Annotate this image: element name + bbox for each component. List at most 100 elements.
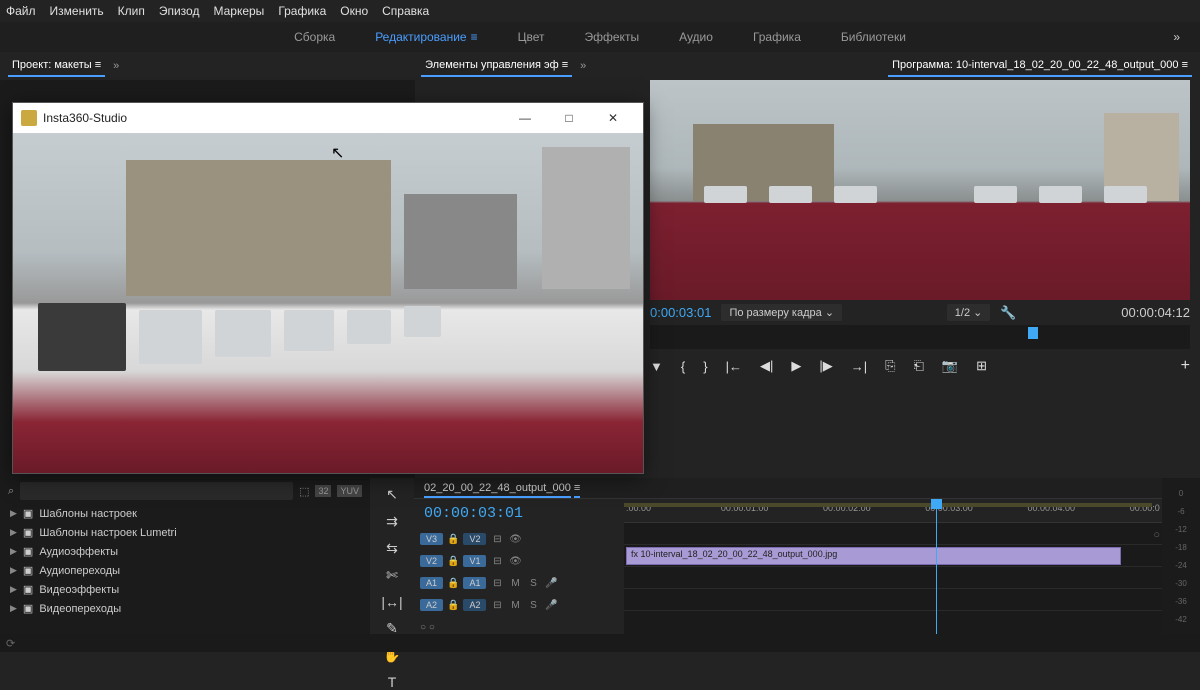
mute-button[interactable]: M bbox=[508, 600, 522, 611]
button-editor[interactable]: + bbox=[1181, 357, 1190, 375]
ws-graphics[interactable]: Графика bbox=[753, 30, 801, 44]
close-button[interactable]: ✕ bbox=[591, 103, 635, 133]
lock-icon[interactable]: 🔒 bbox=[447, 578, 459, 589]
video-clip[interactable]: fx 10-interval_18_02_20_00_22_48_output_… bbox=[626, 547, 1121, 565]
ws-overflow[interactable]: » bbox=[1173, 30, 1180, 44]
panel-overflow[interactable]: » bbox=[580, 60, 586, 72]
ws-audio[interactable]: Аудио bbox=[679, 30, 713, 44]
resolution-dropdown[interactable]: 1/2 ⌄ bbox=[947, 304, 991, 321]
panel-menu-icon[interactable]: ≡ bbox=[95, 59, 101, 71]
menu-edit[interactable]: Изменить bbox=[50, 4, 104, 18]
mark-out-button[interactable]: } bbox=[703, 359, 707, 374]
sync-icon[interactable]: ⟳ bbox=[6, 637, 15, 650]
effect-controls-tab[interactable]: Элементы управления эф ≡ bbox=[421, 55, 572, 77]
sync-lock-icon[interactable]: ⊟ bbox=[490, 600, 504, 611]
browser-item[interactable]: ▶▣Видеопереходы bbox=[0, 599, 370, 618]
add-marker-icon[interactable]: ▼ bbox=[650, 359, 663, 374]
slip-tool-icon[interactable]: |↔| bbox=[381, 594, 402, 610]
track-v2[interactable]: V2🔒 V1 ⊟👁 bbox=[414, 550, 624, 572]
type-tool-icon[interactable]: T bbox=[388, 674, 397, 690]
go-to-out-button[interactable]: →| bbox=[851, 359, 867, 374]
track-a2[interactable]: A2🔒 A2 ⊟ M S 🎤 bbox=[414, 594, 624, 616]
panel-overflow[interactable]: » bbox=[113, 60, 119, 72]
panel-menu-icon[interactable]: ≡ bbox=[1182, 59, 1188, 71]
lock-icon[interactable]: 🔒 bbox=[447, 556, 459, 567]
badge-32-icon[interactable]: 32 bbox=[315, 485, 331, 497]
program-panel-tab[interactable]: Программа: 10-interval_18_02_20_00_22_48… bbox=[888, 55, 1192, 77]
ws-libraries[interactable]: Библиотеки bbox=[841, 30, 906, 44]
sync-lock-icon[interactable]: ⊟ bbox=[490, 578, 504, 589]
comparison-button[interactable]: ⊞ bbox=[976, 358, 987, 374]
ripple-tool-icon[interactable]: ⇆ bbox=[386, 540, 398, 557]
razor-tool-icon[interactable]: ✄ bbox=[386, 567, 398, 584]
sequence-tab[interactable]: 02_20_00_22_48_output_000 ≡ bbox=[414, 478, 1162, 499]
fx-badge: fx bbox=[631, 549, 638, 559]
extract-button[interactable]: ⎗ bbox=[914, 358, 924, 374]
selection-tool-icon[interactable]: ↖ bbox=[386, 486, 398, 503]
window-titlebar[interactable]: Insta360-Studio — □ ✕ bbox=[13, 103, 643, 133]
ws-effects[interactable]: Эффекты bbox=[585, 30, 640, 44]
browser-item[interactable]: ▶▣Аудиопереходы bbox=[0, 561, 370, 580]
timeline-playhead[interactable] bbox=[936, 499, 937, 652]
program-video[interactable] bbox=[650, 80, 1190, 300]
go-to-in-button[interactable]: |← bbox=[726, 359, 742, 374]
menu-sequence[interactable]: Эпизод bbox=[159, 4, 200, 18]
timeline-timecode[interactable]: 00:00:03:01 bbox=[414, 499, 624, 528]
track-v3[interactable]: V3🔒 V2 ⊟👁 bbox=[414, 528, 624, 550]
ws-editing[interactable]: Редактирование≡ bbox=[375, 30, 477, 44]
mic-icon[interactable]: 🎤 bbox=[544, 600, 558, 611]
maximize-button[interactable]: □ bbox=[547, 103, 591, 133]
badge-yuv-icon[interactable]: YUV bbox=[337, 485, 362, 497]
step-forward-button[interactable]: |▶ bbox=[819, 358, 832, 374]
playhead-marker[interactable] bbox=[1028, 327, 1038, 339]
menu-help[interactable]: Справка bbox=[382, 4, 429, 18]
zoom-fit-dropdown[interactable]: По размеру кадра ⌄ bbox=[721, 304, 842, 321]
project-panel-tab[interactable]: Проект: макеты ≡ bbox=[8, 55, 105, 77]
lift-button[interactable]: ⎘ bbox=[885, 358, 895, 374]
solo-button[interactable]: S bbox=[526, 578, 540, 589]
program-scrubber[interactable] bbox=[650, 325, 1190, 349]
preset-icon[interactable]: ⬚ bbox=[299, 485, 309, 498]
mute-button[interactable]: M bbox=[508, 578, 522, 589]
transport-controls: ▼ { } |← ◀| ▶ |▶ →| ⎘ ⎗ 📷 ⊞ + bbox=[640, 349, 1200, 383]
lock-icon[interactable]: 🔒 bbox=[447, 534, 459, 545]
mic-icon[interactable]: 🎤 bbox=[544, 578, 558, 589]
sync-lock-icon[interactable]: ⊟ bbox=[490, 556, 504, 567]
eye-icon[interactable]: 👁 bbox=[508, 556, 522, 567]
ws-color[interactable]: Цвет bbox=[518, 30, 545, 44]
menu-window[interactable]: Окно bbox=[340, 4, 368, 18]
browser-item[interactable]: ▶▣Видеоэффекты bbox=[0, 580, 370, 599]
mark-in-button[interactable]: { bbox=[681, 359, 685, 374]
track-select-tool-icon[interactable]: ⇉ bbox=[386, 513, 398, 530]
menu-clip[interactable]: Клип bbox=[118, 4, 145, 18]
time-ruler[interactable]: :00:00 00:00:01:00 00:00:02:00 00:00:03:… bbox=[624, 499, 1162, 523]
minimize-button[interactable]: — bbox=[503, 103, 547, 133]
menu-icon[interactable]: ≡ bbox=[471, 30, 478, 44]
browser-item[interactable]: ▶▣Шаблоны настроек bbox=[0, 504, 370, 523]
panel-headers: Проект: макеты ≡ » Элементы управления э… bbox=[0, 52, 1200, 80]
play-button[interactable]: ▶ bbox=[791, 358, 801, 374]
insta360-viewport[interactable]: ↖ bbox=[13, 133, 643, 473]
timeline-tracks[interactable]: :00:00 00:00:01:00 00:00:02:00 00:00:03:… bbox=[624, 499, 1162, 652]
menu-file[interactable]: Файл bbox=[6, 4, 36, 18]
menu-markers[interactable]: Маркеры bbox=[213, 4, 264, 18]
solo-button[interactable]: S bbox=[526, 600, 540, 611]
browser-item[interactable]: ▶▣Аудиоэффекты bbox=[0, 542, 370, 561]
panel-menu-icon[interactable]: ≡ bbox=[562, 59, 568, 71]
settings-icon[interactable]: 🔧 bbox=[1000, 305, 1016, 321]
program-timecode[interactable]: 0:00:03:01 bbox=[650, 305, 711, 320]
menu-graphics[interactable]: Графика bbox=[278, 4, 326, 18]
window-title: Insta360-Studio bbox=[43, 111, 127, 125]
lock-icon[interactable]: 🔒 bbox=[447, 600, 459, 611]
folder-icon: ▣ bbox=[23, 583, 33, 596]
sync-lock-icon[interactable]: ⊟ bbox=[490, 534, 504, 545]
search-input[interactable] bbox=[20, 482, 293, 500]
step-back-button[interactable]: ◀| bbox=[760, 358, 773, 374]
insta360-window[interactable]: Insta360-Studio — □ ✕ ↖ bbox=[12, 102, 644, 474]
track-a1[interactable]: A1🔒 A1 ⊟ M S 🎤 bbox=[414, 572, 624, 594]
ws-assembly[interactable]: Сборка bbox=[294, 30, 335, 44]
export-frame-button[interactable]: 📷 bbox=[942, 358, 958, 374]
browser-item[interactable]: ▶▣Шаблоны настроек Lumetri bbox=[0, 523, 370, 542]
eye-icon[interactable]: 👁 bbox=[508, 534, 522, 545]
panel-menu-icon[interactable]: ≡ bbox=[574, 482, 580, 498]
